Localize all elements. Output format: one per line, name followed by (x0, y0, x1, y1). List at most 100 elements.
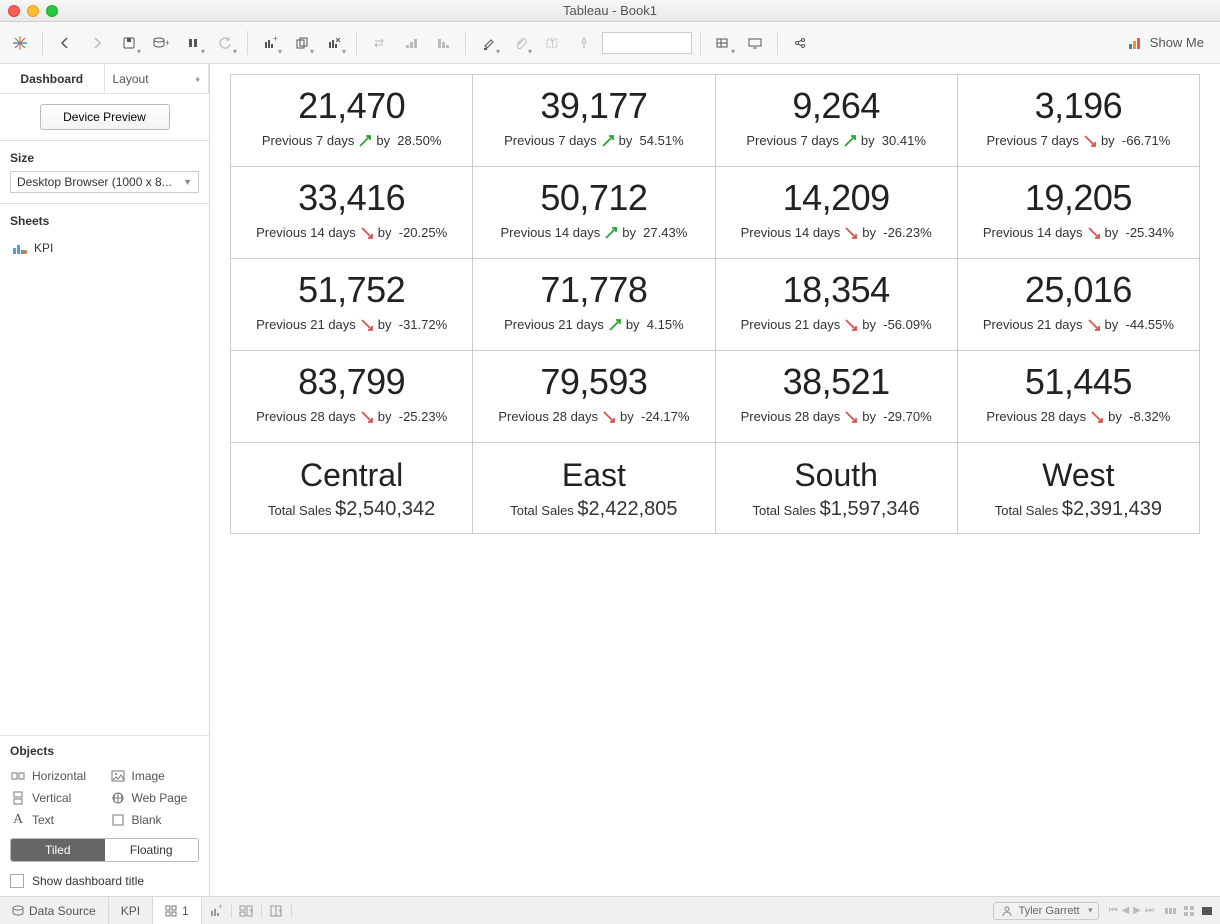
kpi-value: 83,799 (237, 361, 466, 403)
tab-dashboard[interactable]: Dashboard (0, 64, 105, 93)
highlight-button[interactable] (474, 29, 502, 57)
refresh-button[interactable] (211, 29, 239, 57)
object-blank[interactable]: Blank (110, 812, 200, 828)
trend-up-icon (843, 134, 857, 148)
user-menu[interactable]: Tyler Garrett (993, 902, 1098, 920)
text-label-button[interactable]: T (538, 29, 566, 57)
show-me-button[interactable]: Show Me (1118, 35, 1214, 50)
dashboard-canvas[interactable]: 21,470 Previous 7 days by 28.50% 39,177 Pre… (210, 64, 1220, 896)
globe-icon (110, 790, 126, 806)
show-title-label: Show dashboard title (32, 874, 144, 888)
kpi-change: Previous 28 days by -25.23% (237, 409, 466, 424)
sheet-nav[interactable]: ⏮◀▶⏭ (1109, 905, 1154, 916)
sort-asc-button[interactable] (397, 29, 425, 57)
kpi-change: Previous 21 days by -56.09% (722, 317, 951, 332)
show-filmstrip-icon[interactable] (1164, 904, 1178, 918)
svg-text:+: + (278, 908, 282, 915)
new-dashboard-tab-button[interactable]: + (232, 904, 262, 918)
presentation-mode-button[interactable] (741, 29, 769, 57)
swap-button[interactable] (365, 29, 393, 57)
kpi-cell: 25,016Previous 21 days by -44.55% (958, 259, 1200, 351)
fit-button[interactable] (709, 29, 737, 57)
new-worksheet-button[interactable]: + (256, 29, 284, 57)
trend-down-icon (360, 318, 374, 332)
show-me-label: Show Me (1150, 35, 1204, 50)
object-text[interactable]: AText (10, 812, 100, 828)
device-preview-button[interactable]: Device Preview (40, 104, 170, 130)
object-vertical[interactable]: Vertical (10, 790, 100, 806)
object-webpage[interactable]: Web Page (110, 790, 200, 806)
kpi-change: Previous 28 days by -29.70% (722, 409, 951, 424)
size-heading: Size (0, 141, 209, 171)
user-icon (1002, 906, 1012, 916)
pin-button[interactable] (570, 29, 598, 57)
share-button[interactable] (786, 29, 814, 57)
tab-layout[interactable]: Layout♦ (105, 64, 210, 93)
region-name: South (722, 457, 951, 494)
kpi-value: 71,778 (479, 269, 708, 311)
kpi-change: Previous 21 days by 4.15% (479, 317, 708, 332)
kpi-change: Previous 21 days by -31.72% (237, 317, 466, 332)
show-tabs-icon[interactable] (1200, 904, 1214, 918)
kpi-cell: 21,470 Previous 7 days by 28.50% (231, 75, 473, 167)
kpi-cell: 51,445Previous 28 days by -8.32% (958, 351, 1200, 443)
image-icon (110, 768, 126, 784)
trend-down-icon (602, 410, 616, 424)
trend-down-icon (1087, 226, 1101, 240)
trend-down-icon (1087, 318, 1101, 332)
kpi-cell: 14,209Previous 14 days by -26.23% (716, 167, 958, 259)
tableau-logo-icon[interactable] (6, 29, 34, 57)
dashboard-icon (165, 905, 177, 917)
kpi-dashboard: 21,470 Previous 7 days by 28.50% 39,177 Pre… (230, 74, 1200, 534)
svg-text:+: + (218, 904, 223, 911)
kpi-value: 9,264 (722, 85, 951, 127)
kpi-value: 21,470 (237, 85, 466, 127)
clear-button[interactable] (320, 29, 348, 57)
data-source-tab[interactable]: Data Source (0, 897, 109, 924)
trend-up-icon (601, 134, 615, 148)
window-title: Tableau - Book1 (0, 3, 1220, 18)
attach-button[interactable] (506, 29, 534, 57)
pause-updates-button[interactable] (179, 29, 207, 57)
separator (465, 31, 466, 55)
kpi-cell: 38,521 Previous 28 days by -29.70% (716, 351, 958, 443)
sheet-item-kpi[interactable]: KPI (10, 238, 199, 258)
tiled-button[interactable]: Tiled (11, 839, 105, 861)
sort-desc-button[interactable] (429, 29, 457, 57)
kpi-cell: 18,354Previous 21 days by -56.09% (716, 259, 958, 351)
object-horizontal[interactable]: Horizontal (10, 768, 100, 784)
back-button[interactable] (51, 29, 79, 57)
sheet-tab-kpi[interactable]: KPI (109, 897, 153, 924)
save-button[interactable] (115, 29, 143, 57)
main-toolbar: + + T Show Me (0, 22, 1220, 64)
region-summary: EastTotal Sales $2,422,805 (473, 443, 715, 534)
tab-layout-label: Layout (113, 72, 149, 86)
trend-down-icon (844, 226, 858, 240)
object-image[interactable]: Image (110, 768, 200, 784)
new-data-source-button[interactable]: + (147, 29, 175, 57)
kpi-value: 38,521 (722, 361, 951, 403)
new-worksheet-tab-button[interactable]: + (202, 904, 232, 918)
trend-down-icon (360, 226, 374, 240)
size-dropdown[interactable]: Desktop Browser (1000 x 8... ▼ (10, 171, 199, 193)
dashboard-tab-1[interactable]: 1 (153, 897, 202, 924)
svg-text:+: + (273, 36, 277, 43)
kpi-value: 14,209 (722, 177, 951, 219)
kpi-cell: 19,205Previous 14 days by -25.34% (958, 167, 1200, 259)
kpi-cell: 50,712Previous 14 days by 27.43% (473, 167, 715, 259)
data-source-label: Data Source (29, 904, 96, 918)
kpi-cell: 71,778 Previous 21 days by 4.15% (473, 259, 715, 351)
new-story-tab-button[interactable]: + (262, 904, 292, 918)
forward-button[interactable] (83, 29, 111, 57)
svg-text:+: + (165, 38, 169, 48)
show-sheet-sorter-icon[interactable] (1182, 904, 1196, 918)
kpi-change: Previous 7 days by 28.50% (237, 133, 466, 148)
kpi-value: 39,177 (479, 85, 708, 127)
duplicate-button[interactable] (288, 29, 316, 57)
kpi-value: 19,205 (964, 177, 1193, 219)
search-input[interactable] (602, 32, 692, 54)
chevron-down-icon: ▼ (183, 177, 192, 187)
floating-button[interactable]: Floating (105, 839, 199, 861)
show-title-checkbox[interactable]: Show dashboard title (10, 874, 199, 888)
horizontal-icon (10, 768, 26, 784)
